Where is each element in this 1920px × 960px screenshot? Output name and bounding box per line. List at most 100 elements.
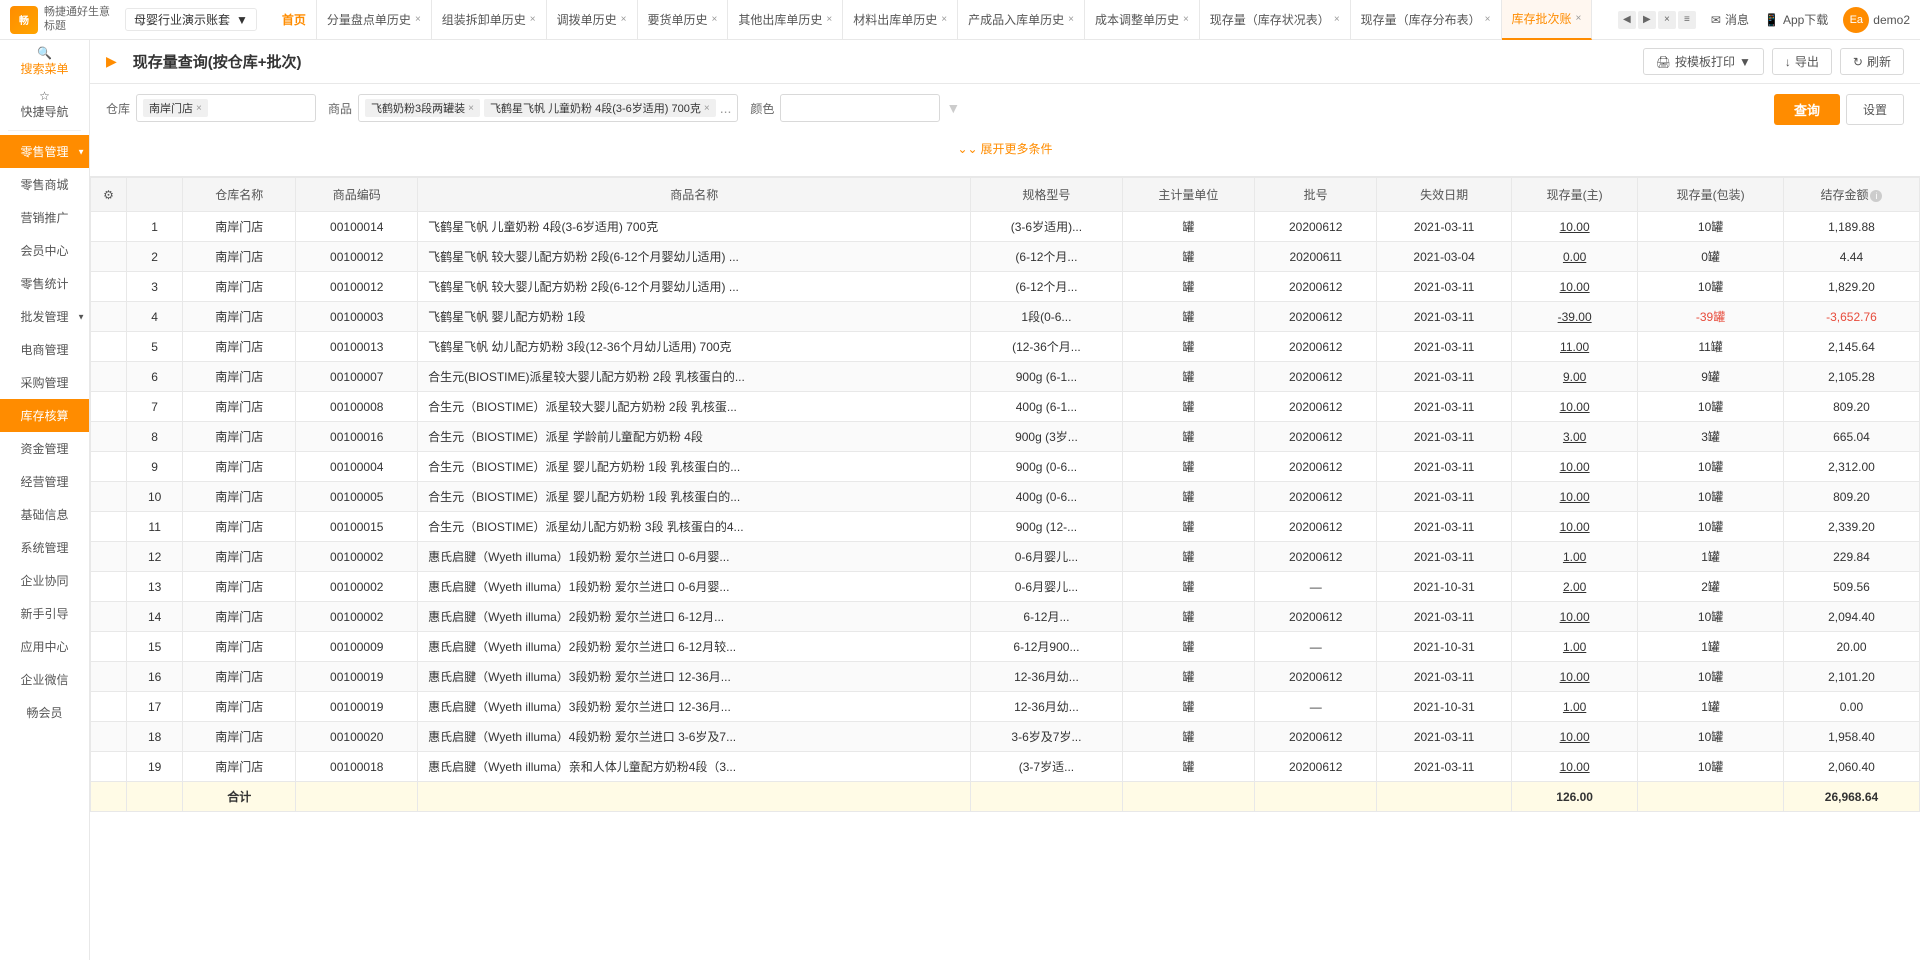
tab-7[interactable]: 产成品入库单历史 × (958, 0, 1085, 40)
tab-prev-arrow[interactable]: ◀ (1618, 11, 1636, 29)
tab-11[interactable]: 库存批次账 × (1502, 0, 1593, 40)
row-name: 飞鹤星飞帆 幼儿配方奶粉 3段(12-36个月幼儿适用) 700克 (418, 332, 971, 362)
row-batch: 20200612 (1255, 662, 1377, 692)
warehouse-input[interactable]: 南岸门店 × (136, 94, 316, 122)
row-no: 14 (127, 602, 183, 632)
tab-home[interactable]: 首页 (272, 0, 317, 40)
logo-area: 畅 畅捷通好生意 标题 (10, 6, 110, 34)
sidebar-quick-nav[interactable]: ☆ 快捷导航 (0, 83, 89, 126)
sidebar-item-member[interactable]: 会员中心 (0, 234, 89, 267)
remove-warehouse-tag[interactable]: × (196, 103, 202, 114)
close-tab-2[interactable]: × (530, 14, 536, 25)
row-expire: 2021-03-11 (1377, 722, 1512, 752)
tab-close-arrow[interactable]: × (1658, 11, 1676, 29)
tab-2[interactable]: 组装拆卸单历史 × (432, 0, 547, 40)
remove-product-tag-1[interactable]: × (468, 103, 474, 114)
row-unit: 罐 (1122, 452, 1255, 482)
row-balance: 0.00 (1783, 692, 1919, 722)
tab-menu-arrow[interactable]: ≡ (1678, 11, 1696, 29)
query-btn[interactable]: 查询 (1774, 94, 1840, 125)
tab-3[interactable]: 调拨单历史 × (547, 0, 638, 40)
sidebar-item-mall[interactable]: 零售商城 (0, 168, 89, 201)
tab-6[interactable]: 材料出库单历史 × (843, 0, 958, 40)
sidebar-item-apps[interactable]: 应用中心 (0, 630, 89, 663)
balance-info-icon[interactable]: i (1870, 190, 1882, 202)
sidebar-item-collab[interactable]: 企业协同 (0, 564, 89, 597)
settings-btn[interactable]: 设置 (1846, 94, 1904, 125)
close-tab-1[interactable]: × (415, 14, 421, 25)
sidebar-item-inventory[interactable]: 库存核算 (0, 399, 89, 432)
account-dropdown[interactable]: 母婴行业演示账套 ▼ (125, 8, 257, 31)
sidebar-item-marketing[interactable]: 营销推广 (0, 201, 89, 234)
close-tab-11[interactable]: × (1576, 13, 1582, 24)
col-qty-pack: 现存量(包装) (1638, 178, 1784, 212)
sidebar-item-guide[interactable]: 新手引导 (0, 597, 89, 630)
row-spec: 0-6月婴儿... (971, 572, 1122, 602)
row-batch: 20200612 (1255, 452, 1377, 482)
tab-10[interactable]: 现存量（库存分布表）× (1351, 0, 1502, 40)
remove-product-tag-2[interactable]: × (704, 103, 710, 114)
sidebar-item-wechat[interactable]: 企业微信 (0, 663, 89, 696)
sidebar-search[interactable]: 🔍 搜索菜单 (0, 40, 89, 83)
sidebar-item-ecommerce[interactable]: 电商管理 (0, 333, 89, 366)
row-no: 5 (127, 332, 183, 362)
message-btn[interactable]: ✉ 消息 (1711, 11, 1749, 28)
row-no: 11 (127, 512, 183, 542)
print-btn[interactable]: 🖨 按模板打印 ▼ (1643, 48, 1764, 75)
row-expire: 2021-03-11 (1377, 212, 1512, 242)
close-tab-9[interactable]: × (1334, 14, 1340, 25)
sidebar-item-retail[interactable]: 零售管理 ▼ (0, 135, 89, 168)
close-tab-8[interactable]: × (1183, 14, 1189, 25)
tab-next-arrow[interactable]: ▶ (1638, 11, 1656, 29)
col-settings[interactable]: ⚙ (91, 178, 127, 212)
user-profile[interactable]: Ea demo2 (1843, 7, 1910, 33)
row-code: 00100009 (296, 632, 418, 662)
row-spec: (6-12个月... (971, 272, 1122, 302)
col-balance: 结存金额i (1783, 178, 1919, 212)
row-spec: 900g (0-6... (971, 452, 1122, 482)
product-input[interactable]: 飞鹤奶粉3段两罐装 × 飞鹤星飞帆 儿童奶粉 4段(3-6岁适用) 700克 ×… (358, 94, 738, 122)
close-tab-10[interactable]: × (1485, 14, 1491, 25)
product-more-btn[interactable]: ... (720, 100, 732, 116)
top-tabs: 首页 分量盘点单历史 × 组装拆卸单历史 × 调拨单历史 × 要货单历史 × 其… (272, 0, 1603, 40)
row-unit: 罐 (1122, 602, 1255, 632)
export-btn[interactable]: ↓ 导出 (1772, 48, 1832, 75)
color-input[interactable] (780, 94, 940, 122)
sidebar-item-finance[interactable]: 资金管理 (0, 432, 89, 465)
row-balance: 2,101.20 (1783, 662, 1919, 692)
sidebar-item-retail-stats[interactable]: 零售统计 (0, 267, 89, 300)
sidebar-item-purchase[interactable]: 采购管理 (0, 366, 89, 399)
col-unit: 主计量单位 (1122, 178, 1255, 212)
tab-8[interactable]: 成本调整单历史 × (1085, 0, 1200, 40)
sidebar-item-operation[interactable]: 经营管理 (0, 465, 89, 498)
close-tab-6[interactable]: × (941, 14, 947, 25)
expand-more-btn[interactable]: ⌄⌄ 展开更多条件 (949, 137, 1060, 160)
tab-5[interactable]: 其他出库单历史 × (728, 0, 843, 40)
row-name: 惠氏启腱（Wyeth illuma）3段奶粉 爱尔兰进口 12-36月... (418, 692, 971, 722)
tab-9[interactable]: 现存量（库存状况表）× (1200, 0, 1351, 40)
sidebar-item-basics[interactable]: 基础信息 (0, 498, 89, 531)
row-qty-main: 1.00 (1512, 692, 1638, 722)
close-tab-7[interactable]: × (1068, 14, 1074, 25)
close-tab-5[interactable]: × (826, 14, 832, 25)
sidebar-item-wholesale[interactable]: 批发管理 ▼ (0, 300, 89, 333)
row-unit: 罐 (1122, 512, 1255, 542)
app-download-btn[interactable]: 📱 App下载 (1764, 11, 1828, 28)
table-row: 12 南岸门店 00100002 惠氏启腱（Wyeth illuma）1段奶粉 … (91, 542, 1920, 572)
color-dropdown-icon[interactable]: ▼ (946, 100, 960, 116)
row-spec: 12-36月幼... (971, 692, 1122, 722)
table-row: 5 南岸门店 00100013 飞鹤星飞帆 幼儿配方奶粉 3段(12-36个月幼… (91, 332, 1920, 362)
sidebar-item-vip[interactable]: 畅会员 (0, 696, 89, 729)
table-row: 18 南岸门店 00100020 惠氏启腱（Wyeth illuma）4段奶粉 … (91, 722, 1920, 752)
refresh-btn[interactable]: ↻ 刷新 (1840, 48, 1904, 75)
tab-4[interactable]: 要货单历史 × (638, 0, 729, 40)
expand-panel-btn[interactable]: ▶ (106, 53, 117, 70)
close-tab-4[interactable]: × (712, 14, 718, 25)
page-header: ▶ 现存量查询(按仓库+批次) 🖨 按模板打印 ▼ ↓ 导出 ↻ 刷新 (90, 40, 1920, 84)
tab-1[interactable]: 分量盘点单历史 × (317, 0, 432, 40)
close-tab-3[interactable]: × (621, 14, 627, 25)
settings-icon[interactable]: ⚙ (103, 188, 114, 202)
row-expire: 2021-03-11 (1377, 482, 1512, 512)
sidebar-item-system[interactable]: 系统管理 (0, 531, 89, 564)
row-balance: 2,339.20 (1783, 512, 1919, 542)
